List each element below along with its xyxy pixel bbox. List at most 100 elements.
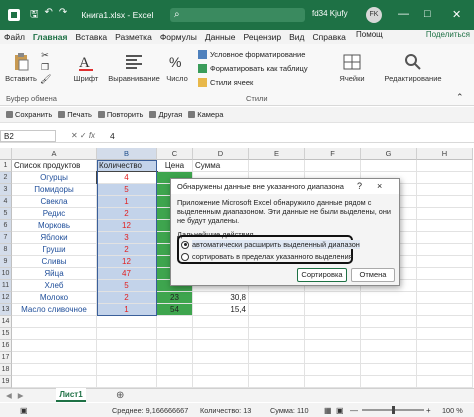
cell[interactable] [157,352,193,364]
cell[interactable] [249,316,305,328]
radio-selected-icon[interactable] [181,240,189,249]
cell[interactable] [249,304,305,316]
cell[interactable]: Список продуктов [12,160,97,172]
cell[interactable]: Сливы [12,256,97,268]
cell[interactable]: Яблоки [12,232,97,244]
cell[interactable] [417,184,473,196]
editing-button[interactable]: Редактирование [376,52,450,83]
expand-selection-option[interactable]: автоматически расширить выделенный диапа… [181,240,360,249]
cell[interactable] [157,328,193,340]
zoom-slider-thumb[interactable] [392,406,395,414]
print-quick-button[interactable]: Печать [58,110,92,119]
conditional-formatting-button[interactable]: Условное форматирование [198,50,305,59]
cell[interactable] [97,352,157,364]
cell[interactable] [157,340,193,352]
search-box[interactable] [170,8,305,22]
cell[interactable] [305,160,361,172]
cell[interactable]: Редис [12,208,97,220]
cell[interactable] [249,160,305,172]
row-header[interactable]: 11 [0,280,12,292]
cell[interactable] [305,292,361,304]
format-as-table-button[interactable]: Форматировать как таблицу [198,64,308,73]
cell[interactable] [97,340,157,352]
cell[interactable] [417,244,473,256]
formula-icons[interactable]: ✕ ✓ fx [56,131,110,140]
cell[interactable]: Свекла [12,196,97,208]
cell[interactable] [361,364,417,376]
cell[interactable]: Цена [157,160,193,172]
cell[interactable] [12,376,97,388]
row-header[interactable]: 6 [0,220,12,232]
cell[interactable] [417,328,473,340]
close-icon[interactable]: ✕ [452,8,461,21]
cell[interactable] [12,352,97,364]
save-icon[interactable]: 🖫 [30,7,39,24]
column-header[interactable]: B [97,148,157,160]
cell[interactable] [417,376,473,388]
radio-unselected-icon[interactable] [181,252,189,261]
cell[interactable] [361,328,417,340]
cell[interactable] [361,376,417,388]
cell[interactable] [249,340,305,352]
cell[interactable] [417,268,473,280]
save-quick-button[interactable]: Сохранить [6,110,52,119]
minimize-icon[interactable]: — [398,8,409,20]
maximize-icon[interactable]: □ [424,8,431,20]
cell[interactable] [361,352,417,364]
collapse-ribbon-icon[interactable]: ⌃ [456,92,464,103]
repeat-quick-button[interactable]: Повторить [97,110,143,119]
cell[interactable] [305,328,361,340]
column-header[interactable]: G [361,148,417,160]
row-header[interactable]: 12 [0,292,12,304]
column-header[interactable]: D [193,148,249,160]
prev-sheet-icon[interactable]: ◀ [6,391,12,400]
view-normal-icon[interactable]: ▦ [324,406,332,415]
cell[interactable] [361,292,417,304]
tab-data[interactable]: Данные [201,32,240,42]
add-sheet-icon[interactable]: ⊕ [116,390,124,401]
name-box[interactable]: B2 [0,129,56,142]
row-header[interactable]: 18 [0,364,12,376]
row-header[interactable]: 9 [0,256,12,268]
tab-home[interactable]: Главная [29,32,72,42]
format-painter-icon[interactable]: 🖌 [40,74,51,85]
tab-review[interactable]: Рецензир [240,32,286,42]
help-search[interactable]: Помощ [356,30,383,39]
formula-input[interactable]: 4 [110,131,115,141]
cell[interactable]: Огурцы [12,172,97,184]
cell[interactable] [305,352,361,364]
zoom-level[interactable]: 100 % [442,406,463,415]
row-header[interactable]: 8 [0,244,12,256]
row-header[interactable]: 17 [0,352,12,364]
cell[interactable] [417,352,473,364]
tab-file[interactable]: Файл [0,32,29,42]
cell[interactable] [157,364,193,376]
paste-button[interactable]: Вставить [4,52,38,83]
cell[interactable] [417,256,473,268]
cells-button[interactable]: Ячейки [334,52,370,83]
cell[interactable] [361,304,417,316]
cell[interactable]: 23 [157,292,193,304]
column-header[interactable]: C [157,148,193,160]
sort-selection-option[interactable]: сортировать в пределах указанного выделе… [181,252,353,261]
row-header[interactable]: 19 [0,376,12,388]
row-header[interactable]: 4 [0,196,12,208]
view-layout-icon[interactable]: ▣ [336,406,344,415]
row-header[interactable]: 7 [0,232,12,244]
cell[interactable] [97,316,157,328]
cell[interactable] [12,364,97,376]
close-icon[interactable]: × [377,179,382,194]
next-sheet-icon[interactable]: ▶ [18,391,24,400]
cell[interactable] [157,316,193,328]
cell[interactable]: Хлеб [12,280,97,292]
cell[interactable] [361,340,417,352]
sheet-tab[interactable]: Лист1 [56,388,86,402]
row-header[interactable]: 14 [0,316,12,328]
help-icon[interactable]: ? [357,179,362,194]
user-name[interactable]: fd34 Kjufy [312,9,348,18]
cell[interactable] [249,328,305,340]
cell[interactable] [417,364,473,376]
cut-icon[interactable]: ✂ [40,50,50,61]
tab-layout[interactable]: Разметка [111,32,156,42]
row-header[interactable]: 10 [0,268,12,280]
